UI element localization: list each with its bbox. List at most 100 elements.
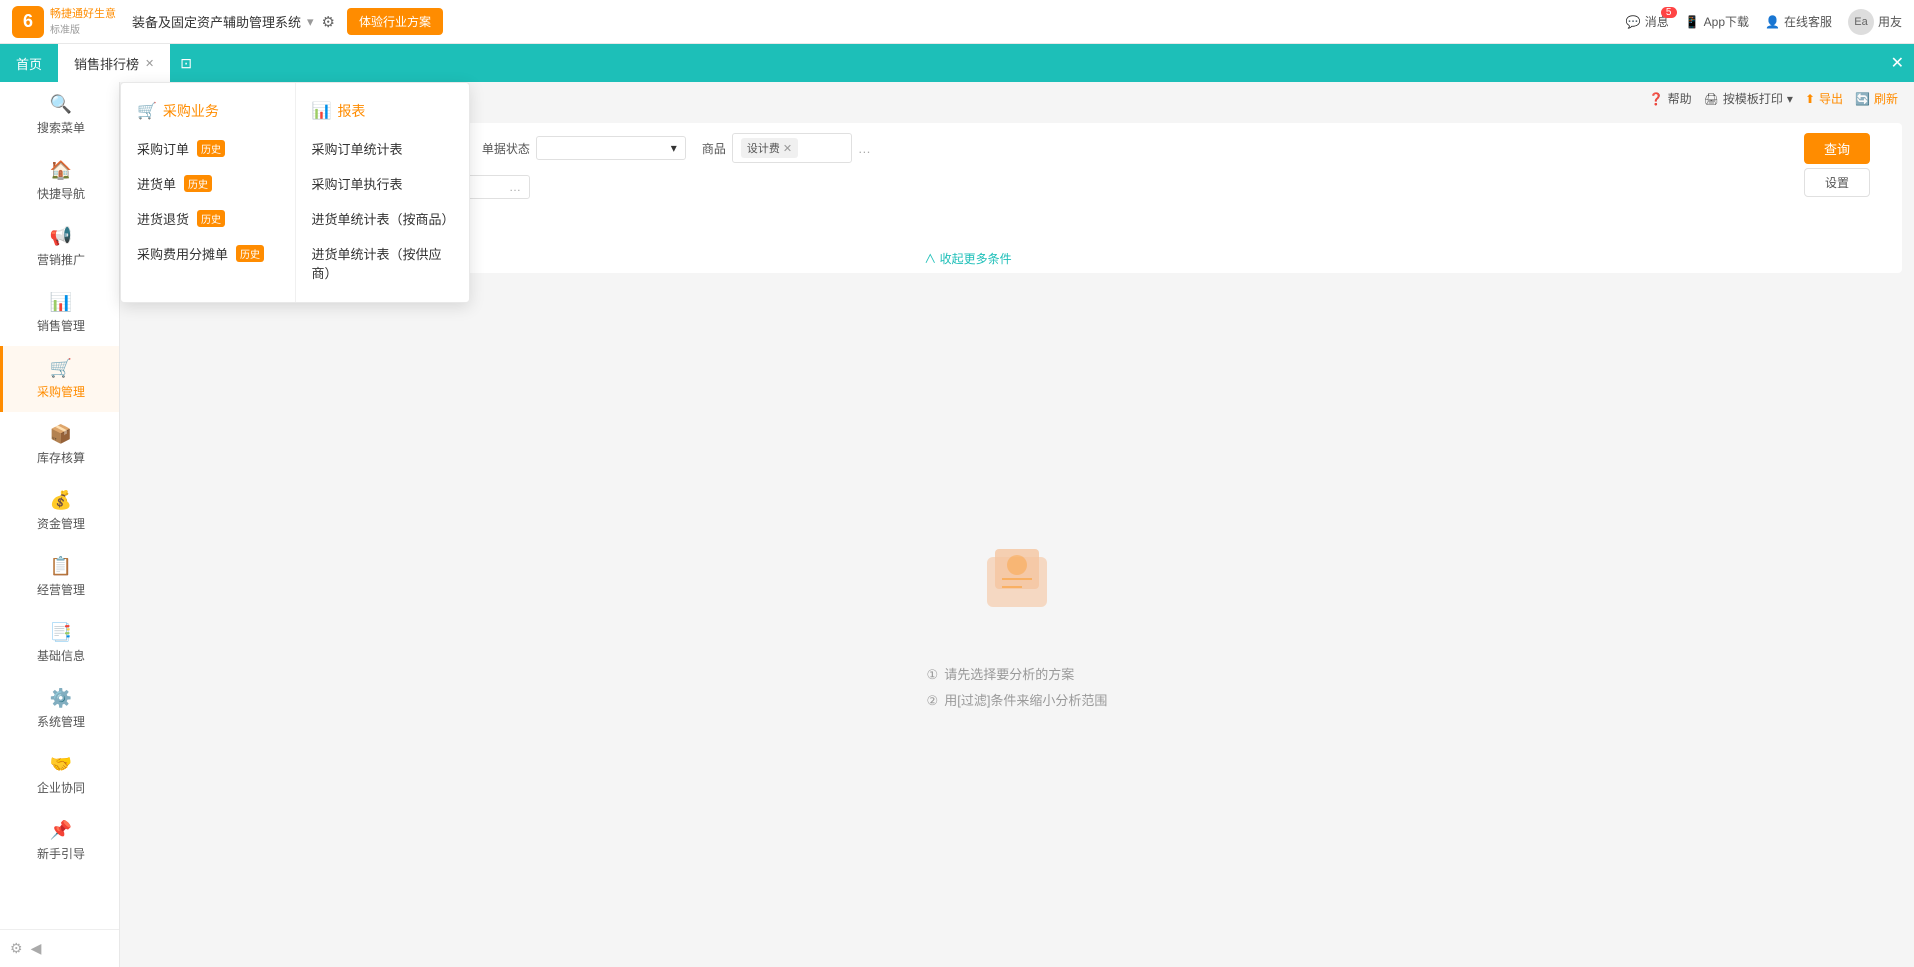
dropdown-item-purchase-order[interactable]: 采购订单 历史 [121, 131, 295, 166]
sidebar-item-finance[interactable]: 💰 资金管理 [0, 478, 119, 544]
report-po-stats-label: 采购订单统计表 [312, 139, 403, 158]
export-label: 导出 [1819, 90, 1843, 107]
sidebar-settings-icon[interactable]: ⚙ [10, 940, 23, 957]
sidebar-item-sales-label: 销售管理 [37, 317, 85, 334]
tabbar-close-icon[interactable]: ✕ [1881, 53, 1914, 73]
help-icon: ❓ [1649, 92, 1664, 106]
empty-hint: 请先选择要分析的方案 用[过滤]条件来缩小分析范围 [927, 662, 1108, 714]
tab-home-label: 首页 [16, 54, 42, 73]
tabbar-expand-icon[interactable]: ⊡ [170, 55, 202, 72]
sidebar-item-search-label: 搜索菜单 [37, 119, 85, 136]
report-header-icon: 📊 [312, 101, 332, 121]
purchase-order-hist: 历史 [197, 140, 225, 157]
purchase-icon: 🛒 [50, 358, 72, 379]
message-badge: 5 [1661, 7, 1677, 18]
sidebar: 🔍 搜索菜单 🏠 快捷导航 📢 营销推广 📊 销售管理 🛒 采购管理 📦 库存核… [0, 82, 120, 967]
sidebar-bottom: ⚙ ◀ [0, 929, 119, 967]
goods-tag-close-icon[interactable]: ✕ [783, 142, 792, 155]
export-icon: ⬆ [1805, 92, 1815, 106]
purchase-col-header: 🛒 采购业务 [121, 95, 295, 131]
phone-icon: 📱 [1685, 15, 1700, 29]
salesman-dots: … [509, 180, 521, 194]
sidebar-item-purchase[interactable]: 🛒 采购管理 [0, 346, 119, 412]
dropdown-item-report-receipt-goods[interactable]: 进货单统计表（按商品） [296, 201, 470, 236]
filter-voucher-status: 单据状态 ▾ [482, 136, 686, 160]
voucher-status-input[interactable]: ▾ [536, 136, 686, 160]
goods-receipt-hist: 历史 [184, 175, 212, 192]
app-download-label: App下载 [1704, 13, 1749, 30]
empty-state: 请先选择要分析的方案 用[过滤]条件来缩小分析范围 [120, 273, 1914, 967]
sidebar-item-quicknav[interactable]: 🏠 快捷导航 [0, 148, 119, 214]
empty-illustration [967, 527, 1067, 646]
goods-more-icon[interactable]: … [858, 141, 871, 156]
purchase-header-icon: 🛒 [137, 101, 157, 121]
purchase-col: 🛒 采购业务 采购订单 历史 进货单 历史 进货退货 历史 采购费用分摊单 历史 [121, 83, 295, 302]
sidebar-item-purchase-label: 采购管理 [37, 383, 85, 400]
query-btn[interactable]: 查询 [1804, 133, 1870, 164]
tab-close-icon[interactable]: ✕ [145, 57, 154, 70]
dropdown-item-goods-receipt[interactable]: 进货单 历史 [121, 166, 295, 201]
sidebar-item-inventory[interactable]: 📦 库存核算 [0, 412, 119, 478]
message-btn[interactable]: 💬 消息 5 [1626, 13, 1669, 30]
settings-gear-icon[interactable]: ⚙ [322, 13, 335, 31]
tabbar: 首页 销售排行榜 ✕ ⊡ ✕ [0, 44, 1914, 82]
empty-hint-2: 用[过滤]条件来缩小分析范围 [927, 688, 1108, 714]
industry-btn[interactable]: 体验行业方案 [347, 8, 443, 35]
print-btn[interactable]: 🖨 按模板打印 ▾ [1704, 90, 1793, 107]
topbar-right: 💬 消息 5 📱 App下载 👤 在线客服 Ea 用友 [1626, 9, 1902, 35]
refresh-btn[interactable]: 🔄 刷新 [1855, 90, 1898, 107]
refresh-label: 刷新 [1874, 90, 1898, 107]
sidebar-item-newbie-label: 新手引导 [37, 845, 85, 862]
empty-hint-1: 请先选择要分析的方案 [927, 662, 1108, 688]
basicinfo-icon: 📑 [50, 622, 72, 643]
logo-edition: 标准版 [50, 21, 116, 36]
voucher-status-arrow: ▾ [671, 141, 677, 155]
purchase-expense-label: 采购费用分摊单 [137, 244, 228, 263]
dropdown-item-goods-return[interactable]: 进货退货 历史 [121, 201, 295, 236]
tab-home[interactable]: 首页 [0, 44, 58, 82]
export-btn[interactable]: ⬆ 导出 [1805, 90, 1843, 107]
sidebar-item-enterprise[interactable]: 🤝 企业协同 [0, 742, 119, 808]
enterprise-icon: 🤝 [50, 754, 72, 775]
collapse-icon: ∧ [924, 252, 936, 266]
sidebar-item-sales[interactable]: 📊 销售管理 [0, 280, 119, 346]
goods-label: 商品 [702, 140, 726, 157]
avatar: Ea [1848, 9, 1874, 35]
goods-tag: 设计费 ✕ [741, 138, 798, 158]
home-icon: 🏠 [50, 160, 72, 181]
sidebar-item-basicinfo[interactable]: 📑 基础信息 [0, 610, 119, 676]
user-area[interactable]: Ea 用友 [1848, 9, 1902, 35]
operation-icon: 📋 [50, 556, 72, 577]
dropdown-item-report-po-exec[interactable]: 采购订单执行表 [296, 166, 470, 201]
system-title: 装备及固定资产辅助管理系统 [132, 12, 301, 31]
settings-btn[interactable]: 设置 [1804, 168, 1870, 197]
sidebar-item-basicinfo-label: 基础信息 [37, 647, 85, 664]
sidebar-item-search[interactable]: 🔍 搜索菜单 [0, 82, 119, 148]
sidebar-item-marketing[interactable]: 📢 营销推广 [0, 214, 119, 280]
sidebar-item-newbie[interactable]: 📌 新手引导 [0, 808, 119, 874]
sidebar-item-system[interactable]: ⚙️ 系统管理 [0, 676, 119, 742]
title-dropdown-arrow[interactable]: ▾ [307, 14, 314, 30]
finance-icon: 💰 [50, 490, 72, 511]
goods-input[interactable]: 设计费 ✕ [732, 133, 852, 163]
collapse-label: 收起更多条件 [940, 252, 1012, 266]
online-service-btn[interactable]: 👤 在线客服 [1765, 13, 1832, 30]
help-btn[interactable]: ❓ 帮助 [1649, 90, 1692, 107]
sidebar-collapse-icon[interactable]: ◀ [31, 940, 42, 957]
print-arrow-icon: ▾ [1787, 92, 1793, 106]
sidebar-item-operation-label: 经营管理 [37, 581, 85, 598]
app-download-btn[interactable]: 📱 App下载 [1685, 13, 1749, 30]
report-receipt-supplier-label: 进货单统计表（按供应商） [312, 244, 454, 282]
dropdown-item-purchase-expense[interactable]: 采购费用分摊单 历史 [121, 236, 295, 271]
voucher-status-label: 单据状态 [482, 140, 530, 157]
dropdown-item-report-receipt-supplier[interactable]: 进货单统计表（按供应商） [296, 236, 470, 290]
online-service-label: 在线客服 [1784, 13, 1832, 30]
tab-sales-ranking[interactable]: 销售排行榜 ✕ [58, 44, 170, 82]
service-icon: 👤 [1765, 15, 1780, 29]
dropdown-item-report-po-stats[interactable]: 采购订单统计表 [296, 131, 470, 166]
purchase-expense-hist: 历史 [236, 245, 264, 262]
sidebar-item-operation[interactable]: 📋 经营管理 [0, 544, 119, 610]
topbar: 6 畅捷通好生意 标准版 装备及固定资产辅助管理系统 ▾ ⚙ 体验行业方案 💬 … [0, 0, 1914, 44]
goods-return-hist: 历史 [197, 210, 225, 227]
newbie-icon: 📌 [50, 820, 72, 841]
